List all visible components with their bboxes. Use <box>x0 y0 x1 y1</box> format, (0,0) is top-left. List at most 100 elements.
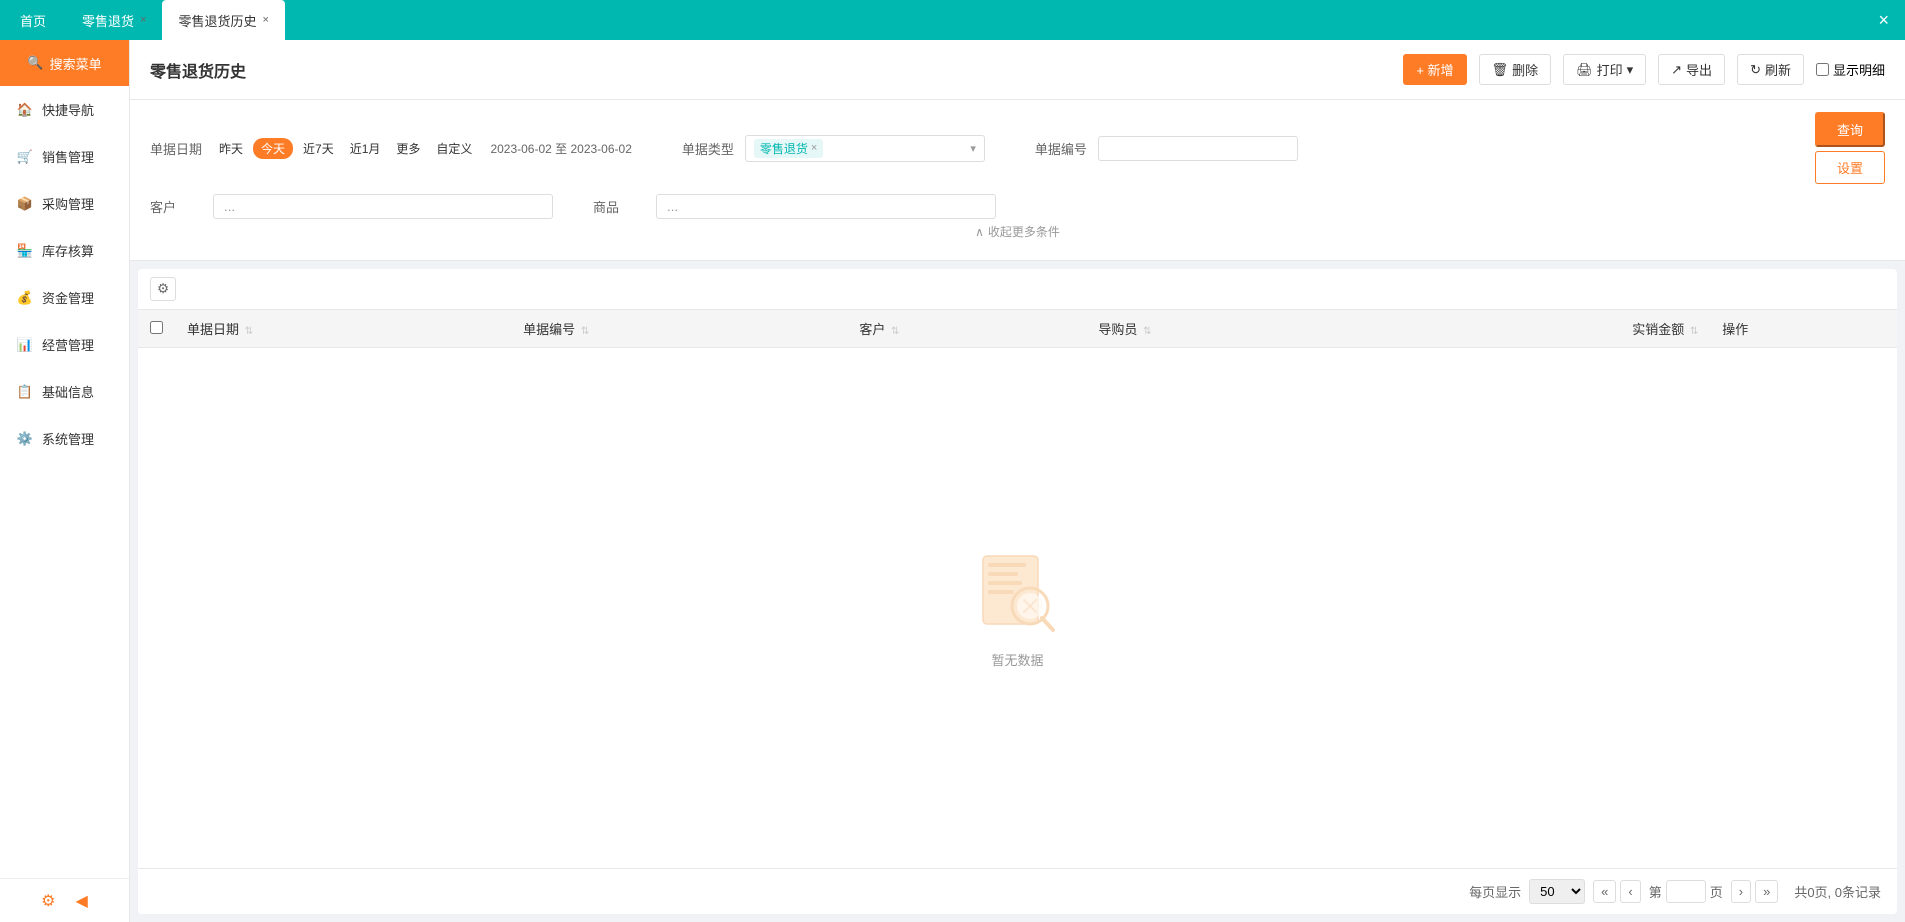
page-next-button[interactable]: › <box>1731 880 1751 903</box>
export-button[interactable]: ↗ 导出 <box>1658 54 1725 85</box>
sidebar-item-finance[interactable]: 💰 资金管理 <box>0 274 129 321</box>
sidebar-search-label: 搜索菜单 <box>50 54 102 73</box>
sort-arrows-amount: ⇅ <box>1690 326 1698 337</box>
th-guide[interactable]: 导购员 ⇅ <box>1086 310 1374 348</box>
page-info: 第 1 页 <box>1649 880 1723 903</box>
date-btn-today[interactable]: 今天 <box>253 138 293 159</box>
sort-arrows-customer: ⇅ <box>891 326 899 337</box>
show-detail-label[interactable]: 显示明细 <box>1816 60 1885 79</box>
refresh-button[interactable]: ↻ 刷新 <box>1737 54 1804 85</box>
money-icon: 💰 <box>16 289 34 307</box>
tab-home-label: 首页 <box>20 11 46 30</box>
info-icon: 📋 <box>16 383 34 401</box>
doc-type-label: 单据类型 <box>682 139 737 158</box>
goods-label: 商品 <box>593 197 648 216</box>
doc-no-filter: 单据编号 <box>1035 136 1298 161</box>
sidebar-gear-button[interactable]: ⚙ <box>41 891 55 911</box>
total-info: 共0页, 0条记录 <box>1794 882 1881 901</box>
settings-icon: ⚙️ <box>16 430 34 448</box>
date-btn-custom[interactable]: 自定义 <box>430 138 478 159</box>
sort-arrows-guide: ⇅ <box>1143 326 1151 337</box>
doc-type-filter: 单据类型 零售退货 × ▾ <box>682 135 985 162</box>
sidebar-item-system-label: 系统管理 <box>42 429 94 448</box>
goods-input[interactable]: ... <box>656 194 996 219</box>
th-doc-date[interactable]: 单据日期 ⇅ <box>175 310 511 348</box>
customer-label: 客户 <box>150 197 205 216</box>
page-title: 零售退货历史 <box>150 58 246 96</box>
doc-no-label: 单据编号 <box>1035 139 1090 158</box>
page-label-post: 页 <box>1710 882 1723 901</box>
home-icon: 🏠 <box>16 101 34 119</box>
doc-type-select[interactable]: 零售退货 × ▾ <box>745 135 985 162</box>
th-customer[interactable]: 客户 ⇅ <box>847 310 1086 348</box>
date-shortcuts: 昨天 今天 近7天 近1月 更多 自定义 <box>213 138 478 159</box>
table-toolbar: ⚙ <box>138 269 1897 310</box>
customer-input[interactable]: ... <box>213 194 553 219</box>
th-checkbox <box>138 310 175 348</box>
doc-no-input[interactable] <box>1098 136 1298 161</box>
date-btn-yesterday[interactable]: 昨天 <box>213 138 249 159</box>
sidebar-item-business[interactable]: 📊 经营管理 <box>0 321 129 368</box>
table-header-row: 单据日期 ⇅ 单据编号 ⇅ 客户 ⇅ 导购员 ⇅ <box>138 310 1897 348</box>
table-settings-button[interactable]: ⚙ <box>150 277 176 301</box>
sidebar: 🔍 搜索菜单 🏠 快捷导航 🛒 销售管理 📦 采购管理 🏪 库存核算 💰 <box>0 40 130 922</box>
collapse-bar: ∧ 收起更多条件 <box>150 219 1885 248</box>
date-range-display: 2023-06-02 至 2023-06-02 <box>490 140 631 157</box>
window-close-button[interactable]: × <box>1862 10 1905 31</box>
sidebar-item-basicinfo[interactable]: 📋 基础信息 <box>0 368 129 415</box>
doc-type-tag-remove[interactable]: × <box>811 142 817 154</box>
page-first-button[interactable]: « <box>1593 880 1616 903</box>
filter-row-2: 客户 ... 商品 ... <box>150 194 1885 219</box>
page-header: 零售退货历史 + 新增 🗑 删除 🖨 打印 ▾ ↗ 导出 ↻ <box>130 40 1905 100</box>
th-doc-no[interactable]: 单据编号 ⇅ <box>511 310 847 348</box>
search-icon: 🔍 <box>27 55 43 71</box>
doc-type-dropdown-icon: ▾ <box>970 142 976 155</box>
data-table: 单据日期 ⇅ 单据编号 ⇅ 客户 ⇅ 导购员 ⇅ <box>138 310 1897 348</box>
collapse-button[interactable]: ∧ 收起更多条件 <box>975 223 1060 240</box>
per-page-select[interactable]: 10 20 50 100 <box>1529 879 1585 904</box>
filter-row-1: 单据日期 昨天 今天 近7天 近1月 更多 自定义 2023-06-02 至 2… <box>150 112 1885 184</box>
new-button[interactable]: + 新增 <box>1403 54 1466 85</box>
empty-text: 暂无数据 <box>991 650 1043 669</box>
query-button[interactable]: 查询 <box>1815 112 1885 147</box>
sidebar-item-purchase-label: 采购管理 <box>42 194 94 213</box>
customer-filter: 客户 ... <box>150 194 553 219</box>
date-btn-more[interactable]: 更多 <box>390 138 426 159</box>
page-number-input[interactable]: 1 <box>1666 880 1706 903</box>
date-filter: 单据日期 昨天 今天 近7天 近1月 更多 自定义 2023-06-02 至 2… <box>150 138 632 159</box>
content-area: 零售退货历史 + 新增 🗑 删除 🖨 打印 ▾ ↗ 导出 ↻ <box>130 40 1905 922</box>
sidebar-item-quicknav[interactable]: 🏠 快捷导航 <box>0 86 129 133</box>
purchase-icon: 📦 <box>16 195 34 213</box>
sidebar-item-basicinfo-label: 基础信息 <box>42 382 94 401</box>
page-prev-button[interactable]: ‹ <box>1620 880 1640 903</box>
print-button[interactable]: 🖨 打印 ▾ <box>1563 54 1646 85</box>
main-layout: 🔍 搜索菜单 🏠 快捷导航 🛒 销售管理 📦 采购管理 🏪 库存核算 💰 <box>0 40 1905 922</box>
doc-type-tag: 零售退货 × <box>754 139 823 158</box>
delete-button[interactable]: 🗑 删除 <box>1479 54 1552 85</box>
tab-retail-return-close[interactable]: × <box>140 14 146 26</box>
th-amount[interactable]: 实销金额 ⇅ <box>1374 310 1710 348</box>
filter-settings-button[interactable]: 设置 <box>1815 151 1885 184</box>
date-btn-1month[interactable]: 近1月 <box>344 138 387 159</box>
tab-retail-return-history[interactable]: 零售退货历史 × <box>162 0 284 40</box>
sidebar-item-sales[interactable]: 🛒 销售管理 <box>0 133 129 180</box>
show-detail-checkbox[interactable] <box>1816 63 1829 76</box>
goods-filter: 商品 ... <box>593 194 996 219</box>
sidebar-item-inventory[interactable]: 🏪 库存核算 <box>0 227 129 274</box>
tab-home[interactable]: 首页 <box>0 0 66 40</box>
empty-icon <box>968 548 1068 638</box>
sort-arrows-doc-date: ⇅ <box>245 326 253 337</box>
sidebar-item-system[interactable]: ⚙️ 系统管理 <box>0 415 129 462</box>
page-last-button[interactable]: » <box>1755 880 1778 903</box>
tab-retail-return[interactable]: 零售退货 × <box>66 0 162 40</box>
tab-retail-return-history-close[interactable]: × <box>262 14 268 26</box>
per-page-label: 每页显示 <box>1469 882 1521 901</box>
sidebar-collapse-button[interactable]: ◀ <box>76 891 88 911</box>
select-all-checkbox[interactable] <box>150 321 163 334</box>
th-action: 操作 <box>1710 310 1897 348</box>
date-btn-7days[interactable]: 近7天 <box>297 138 340 159</box>
print-dropdown-icon: ▾ <box>1627 62 1634 78</box>
sidebar-search[interactable]: 🔍 搜索菜单 <box>0 40 129 86</box>
filter-area: 单据日期 昨天 今天 近7天 近1月 更多 自定义 2023-06-02 至 2… <box>130 100 1905 261</box>
sidebar-item-purchase[interactable]: 📦 采购管理 <box>0 180 129 227</box>
